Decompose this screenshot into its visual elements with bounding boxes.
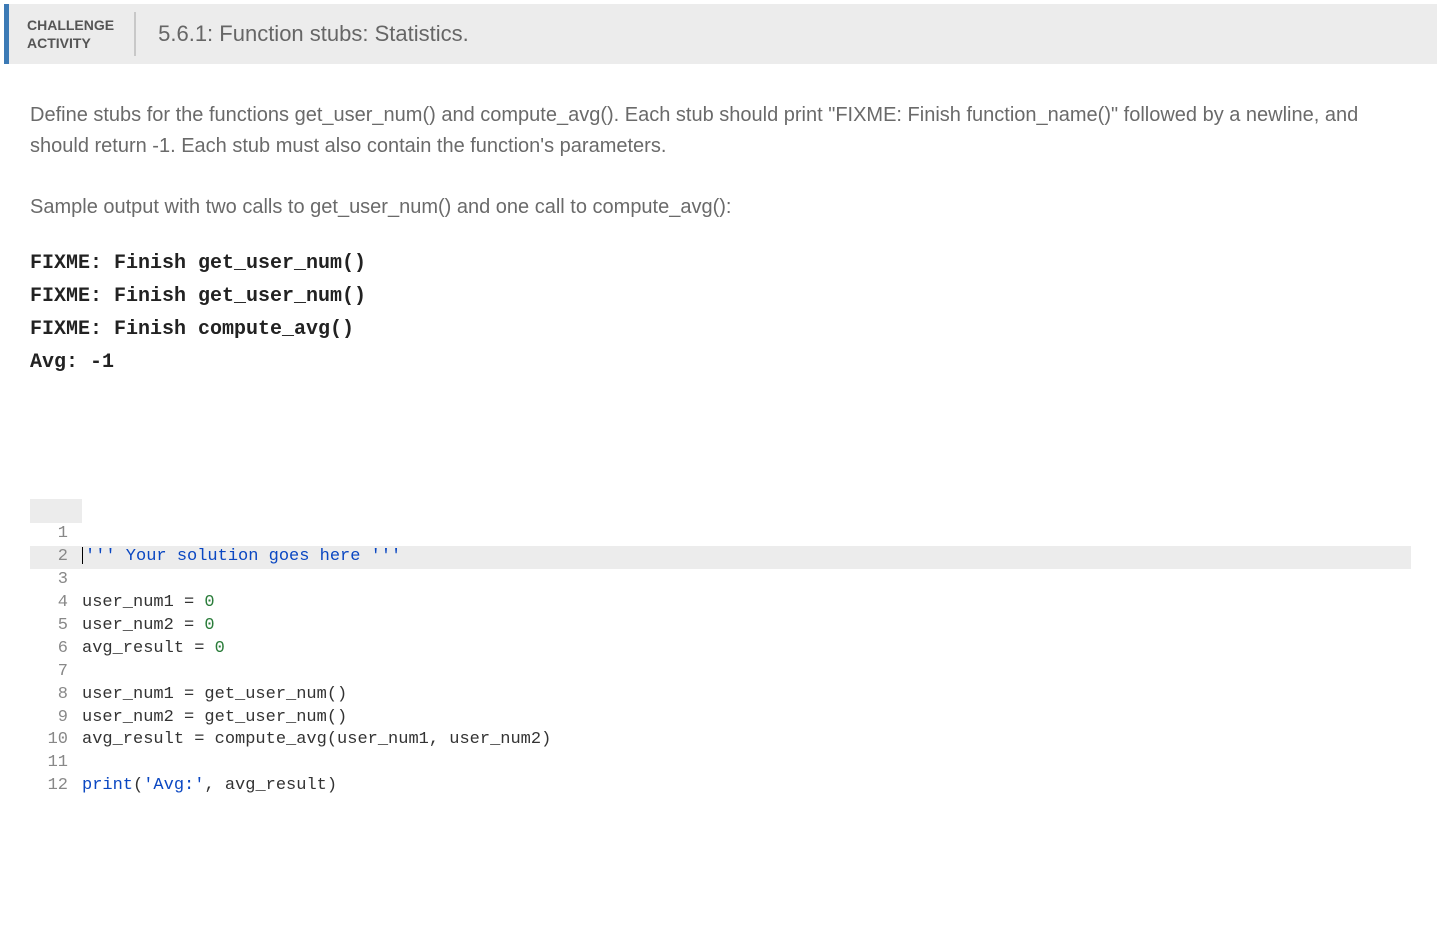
code-text[interactable] [82, 523, 1411, 546]
code-line[interactable]: 6avg_result = 0 [30, 638, 1411, 661]
line-number: 12 [30, 775, 82, 798]
code-text[interactable]: avg_result = 0 [82, 638, 1411, 661]
line-number: 7 [30, 661, 82, 684]
challenge-label-line1: CHALLENGE [27, 16, 114, 34]
code-text[interactable]: user_num2 = get_user_num() [82, 707, 1411, 730]
code-text[interactable]: avg_result = compute_avg(user_num1, user… [82, 729, 1411, 752]
code-line[interactable]: 4user_num1 = 0 [30, 592, 1411, 615]
challenge-label-line2: ACTIVITY [27, 34, 114, 52]
code-line[interactable]: 12print('Avg:', avg_result) [30, 775, 1411, 798]
line-number: 10 [30, 729, 82, 752]
line-number: 9 [30, 707, 82, 730]
code-editor[interactable]: 12''' Your solution goes here '''34user_… [30, 499, 1411, 798]
challenge-title: 5.6.1: Function stubs: Statistics. [158, 21, 469, 47]
code-line[interactable]: 1 [30, 523, 1411, 546]
line-number: 3 [30, 569, 82, 592]
code-line[interactable]: 2''' Your solution goes here ''' [30, 546, 1411, 569]
problem-description: Define stubs for the functions get_user_… [0, 64, 1441, 389]
code-line[interactable]: 7 [30, 661, 1411, 684]
code-text[interactable] [82, 661, 1411, 684]
code-text[interactable]: ''' Your solution goes here ''' [82, 546, 1411, 569]
description-para1: Define stubs for the functions get_user_… [30, 100, 1411, 162]
code-line[interactable]: 10avg_result = compute_avg(user_num1, us… [30, 729, 1411, 752]
code-line[interactable]: 5user_num2 = 0 [30, 615, 1411, 638]
sample-output: FIXME: Finish get_user_num() FIXME: Fini… [30, 247, 1411, 379]
line-number: 5 [30, 615, 82, 638]
challenge-label: CHALLENGE ACTIVITY [9, 12, 136, 56]
line-number: 6 [30, 638, 82, 661]
caret-icon [82, 547, 83, 564]
code-text[interactable]: user_num1 = get_user_num() [82, 684, 1411, 707]
code-text[interactable]: user_num2 = 0 [82, 615, 1411, 638]
line-number: 4 [30, 592, 82, 615]
code-text[interactable]: print('Avg:', avg_result) [82, 775, 1411, 798]
code-text[interactable]: user_num1 = 0 [82, 592, 1411, 615]
line-number: 1 [30, 523, 82, 546]
code-line[interactable]: 9user_num2 = get_user_num() [30, 707, 1411, 730]
code-line[interactable]: 3 [30, 569, 1411, 592]
line-number: 11 [30, 752, 82, 775]
line-number: 8 [30, 684, 82, 707]
challenge-header: CHALLENGE ACTIVITY 5.6.1: Function stubs… [4, 4, 1437, 64]
code-line[interactable]: 11 [30, 752, 1411, 775]
gutter-topfill [30, 499, 82, 523]
code-text[interactable] [82, 569, 1411, 592]
description-para2: Sample output with two calls to get_user… [30, 192, 1411, 223]
line-number: 2 [30, 546, 82, 569]
code-text[interactable] [82, 752, 1411, 775]
code-line[interactable]: 8user_num1 = get_user_num() [30, 684, 1411, 707]
